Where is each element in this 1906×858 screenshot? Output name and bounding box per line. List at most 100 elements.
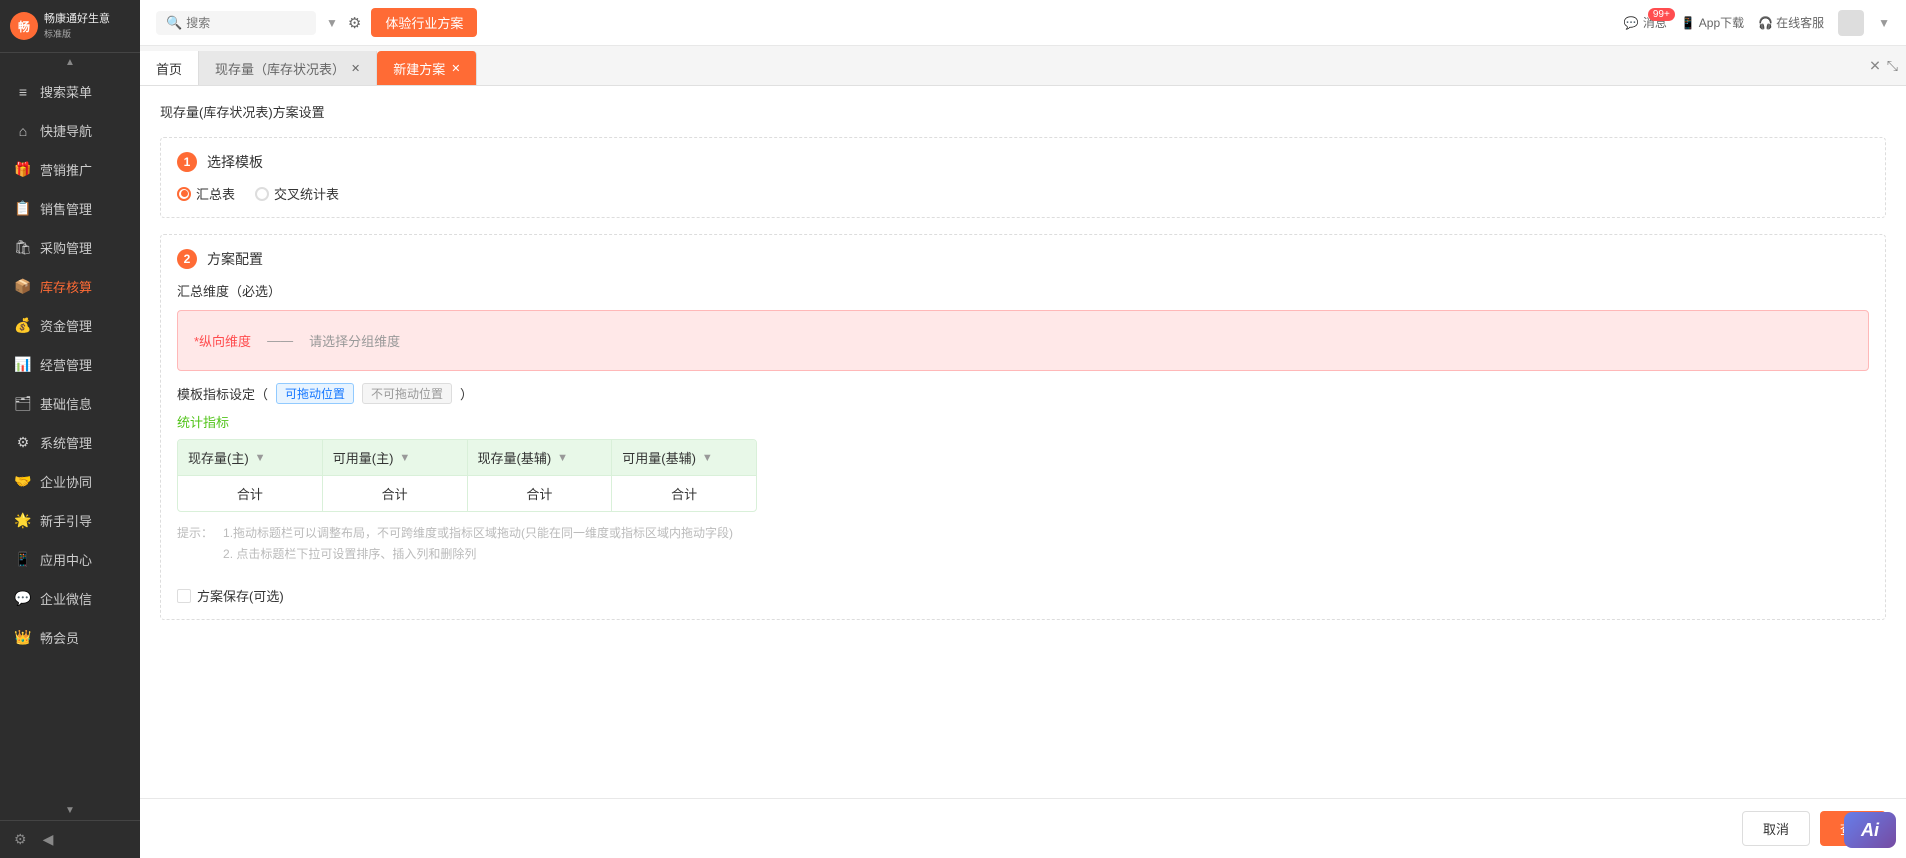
tip-1: 提示： 1.拖动标题栏可以调整布局，不可跨维度或指标区域拖动(只能在同一维度或指…	[177, 524, 1869, 541]
search-input[interactable]	[186, 16, 286, 30]
section1-header: 1 选择模板	[177, 152, 1869, 172]
basic-icon: 🗂	[14, 395, 32, 413]
sidebar-item-basic[interactable]: 🗂 基础信息	[0, 384, 140, 423]
sidebar-item-quick-nav[interactable]: ⌂ 快捷导航	[0, 111, 140, 150]
online-service-btn[interactable]: 🎧 在线客服	[1758, 14, 1824, 31]
metrics-config-prefix: 模板指标设定（	[177, 384, 268, 403]
template-options: 汇总表 交叉统计表	[177, 184, 1869, 203]
app-center-icon: 📱	[14, 551, 32, 569]
radio-cross[interactable]: 交叉统计表	[255, 184, 339, 203]
radio-cross-circle	[255, 187, 269, 201]
section1-num: 1	[177, 152, 197, 172]
topbar-settings-icon[interactable]: ⚙	[348, 14, 361, 32]
sidebar-item-inventory[interactable]: 📦 库存核算	[0, 267, 140, 306]
dimension-box[interactable]: *纵向维度 —— 请选择分组维度	[177, 310, 1869, 371]
sidebar-item-search[interactable]: ≡ 搜索菜单	[0, 72, 140, 111]
topbar: 🔍 ▼ ⚙ 体验行业方案 💬 消息 99+ 📱 App下载 🎧 在线客服 ▼	[140, 0, 1906, 46]
tab-new-plan-close-icon[interactable]: ✕	[451, 62, 460, 75]
sidebar-item-marketing[interactable]: 🎁 营销推广	[0, 150, 140, 189]
app-download-icon: 📱	[1681, 16, 1696, 30]
dimension-dash: ——	[267, 333, 293, 348]
marketing-icon: 🎁	[14, 161, 32, 179]
search-box[interactable]: 🔍	[156, 11, 316, 35]
metrics-cell-2: 合计	[468, 475, 613, 511]
sidebar-item-operations[interactable]: 📊 经营管理	[0, 345, 140, 384]
metrics-col-0[interactable]: 现存量(主) ▼	[178, 440, 323, 475]
tab-home[interactable]: 首页	[140, 51, 199, 85]
sidebar-item-enterprise-wechat-label: 企业微信	[40, 589, 92, 608]
metrics-col-3-label: 可用量(基辅)	[622, 448, 696, 467]
message-badge: 99+	[1648, 8, 1675, 21]
dimension-required: *纵向维度	[194, 331, 251, 350]
sidebar-item-vip[interactable]: 👑 畅会员	[0, 618, 140, 657]
save-checkbox[interactable]	[177, 589, 191, 603]
metrics-col-2-label: 现存量(基辅)	[478, 448, 552, 467]
operations-icon: 📊	[14, 356, 32, 374]
sidebar-scroll-down[interactable]: ▼	[0, 801, 140, 820]
sidebar-item-sales-label: 销售管理	[40, 199, 92, 218]
metrics-col-1[interactable]: 可用量(主) ▼	[323, 440, 468, 475]
sidebar-item-app-center[interactable]: 📱 应用中心	[0, 540, 140, 579]
topbar-dropdown-icon[interactable]: ▼	[326, 16, 338, 30]
metrics-col-1-dropdown-icon[interactable]: ▼	[399, 452, 410, 464]
sidebar-item-new-guide[interactable]: 🌟 新手引导	[0, 501, 140, 540]
sidebar-item-finance[interactable]: 💰 资金管理	[0, 306, 140, 345]
sidebar-item-sales[interactable]: 📋 销售管理	[0, 189, 140, 228]
sidebar-item-cooperation-label: 企业协同	[40, 472, 92, 491]
metrics-cell-0: 合计	[178, 475, 323, 511]
quick-nav-icon: ⌂	[14, 122, 32, 140]
trial-btn[interactable]: 体验行业方案	[371, 8, 477, 37]
section-template: 1 选择模板 汇总表 交叉统计表	[160, 137, 1886, 218]
section2-title: 方案配置	[207, 249, 263, 269]
tab-new-plan-label: 新建方案	[393, 59, 445, 78]
tab-inventory-close-icon[interactable]: ✕	[351, 62, 360, 75]
sidebar-scroll-up[interactable]: ▲	[0, 53, 140, 72]
metrics-col-2-dropdown-icon[interactable]: ▼	[557, 452, 568, 464]
sidebar-collapse-icon[interactable]: ◀	[43, 831, 54, 848]
radio-summary-label: 汇总表	[196, 184, 235, 203]
ai-badge[interactable]: Ai	[1844, 812, 1896, 848]
tip-2-text: 2. 点击标题栏下拉可设置排序、插入列和删除列	[223, 547, 476, 561]
tab-inventory[interactable]: 现存量（库存状况表） ✕	[199, 51, 377, 85]
radio-cross-label: 交叉统计表	[274, 184, 339, 203]
save-option: 方案保存(可选)	[177, 574, 1869, 605]
sidebar-item-system-label: 系统管理	[40, 433, 92, 452]
radio-summary[interactable]: 汇总表	[177, 184, 235, 203]
app-edition: 标准版	[44, 27, 110, 40]
sidebar-settings-icon[interactable]: ⚙	[14, 831, 27, 848]
app-download-btn[interactable]: 📱 App下载	[1681, 14, 1744, 31]
sidebar-item-enterprise-wechat[interactable]: 💬 企业微信	[0, 579, 140, 618]
metrics-col-3[interactable]: 可用量(基辅) ▼	[612, 440, 756, 475]
sidebar-item-finance-label: 资金管理	[40, 316, 92, 335]
section2-num: 2	[177, 249, 197, 269]
section1-title: 选择模板	[207, 152, 263, 172]
sidebar-item-purchase[interactable]: 🛍 采购管理	[0, 228, 140, 267]
metrics-col-3-dropdown-icon[interactable]: ▼	[702, 452, 713, 464]
search-menu-icon: ≡	[14, 83, 32, 101]
metrics-cell-1: 合计	[323, 475, 468, 511]
page-title: 现存量(库存状况表)方案设置	[160, 102, 1886, 121]
metrics-col-0-dropdown-icon[interactable]: ▼	[255, 452, 266, 464]
system-icon: ⚙	[14, 434, 32, 452]
tab-expand-icon[interactable]: ⤡	[1887, 57, 1898, 74]
tips-section: 提示： 1.拖动标题栏可以调整布局，不可跨维度或指标区域拖动(只能在同一维度或指…	[177, 524, 1869, 562]
radio-summary-circle	[177, 187, 191, 201]
tab-new-plan[interactable]: 新建方案 ✕	[377, 51, 477, 85]
sidebar-item-system[interactable]: ⚙ 系统管理	[0, 423, 140, 462]
topbar-right: 💬 消息 99+ 📱 App下载 🎧 在线客服 ▼	[1624, 10, 1890, 36]
sidebar-item-operations-label: 经营管理	[40, 355, 92, 374]
metrics-col-2[interactable]: 现存量(基辅) ▼	[468, 440, 613, 475]
section2-header: 2 方案配置	[177, 249, 1869, 269]
draggable-badge: 可拖动位置	[276, 383, 354, 404]
service-icon: 🎧	[1758, 16, 1773, 30]
search-icon: 🔍	[166, 15, 182, 31]
non-draggable-badge: 不可拖动位置	[362, 383, 452, 404]
message-btn[interactable]: 💬 消息 99+	[1624, 14, 1667, 31]
sidebar-item-cooperation[interactable]: 🤝 企业协同	[0, 462, 140, 501]
purchase-icon: 🛍	[14, 239, 32, 257]
sidebar-nav: ≡ 搜索菜单 ⌂ 快捷导航 🎁 营销推广 📋 销售管理 🛍 采购管理 📦 库存核…	[0, 72, 140, 801]
sidebar-item-new-guide-label: 新手引导	[40, 511, 92, 530]
metrics-col-0-label: 现存量(主)	[188, 448, 249, 467]
tab-close-all-icon[interactable]: ✕	[1869, 57, 1881, 74]
cancel-button[interactable]: 取消	[1742, 811, 1810, 846]
